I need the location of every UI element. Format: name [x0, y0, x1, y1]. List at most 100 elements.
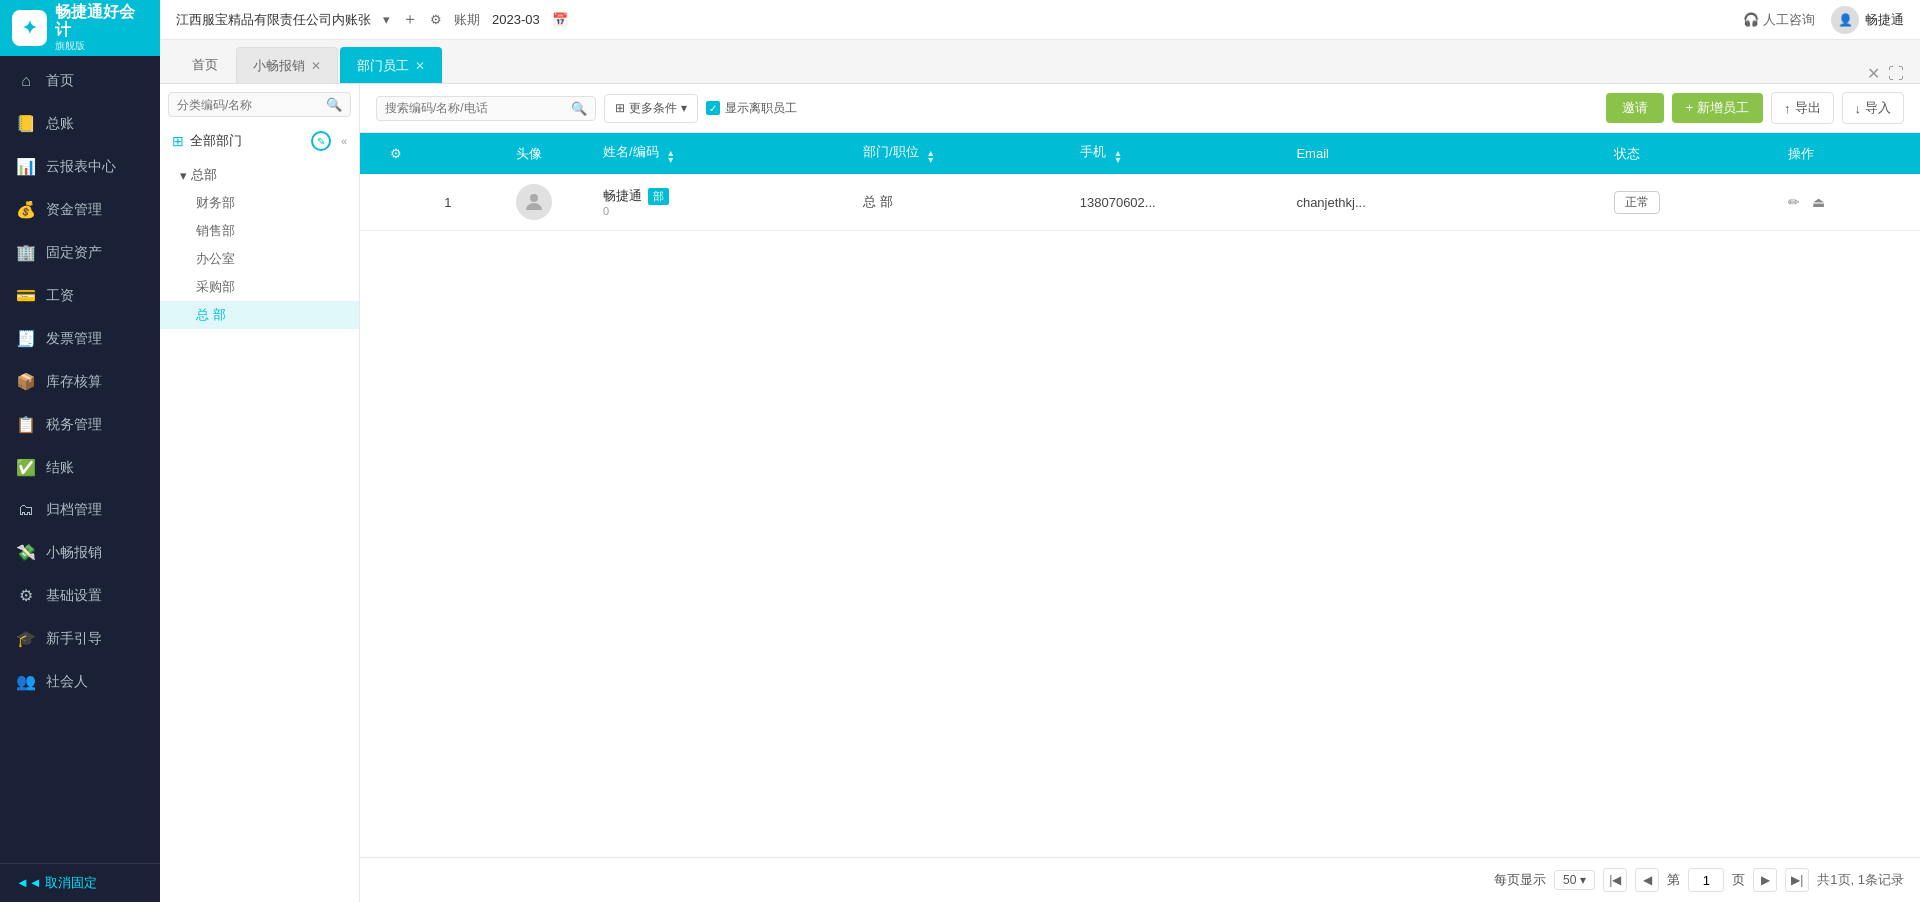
row-settings-cell: [360, 174, 432, 231]
sidebar-item-ledger[interactable]: 📒 总账: [0, 102, 160, 145]
page-number-input[interactable]: [1688, 868, 1724, 892]
filter-button[interactable]: ⊞ 更多条件 ▾: [604, 94, 698, 123]
sidebar-item-funds[interactable]: 💰 资金管理: [0, 188, 160, 231]
dept-sort-icon[interactable]: ▲▼: [926, 150, 935, 164]
col-settings[interactable]: ⚙: [360, 133, 432, 174]
employee-dept-badge: 部: [648, 188, 669, 205]
sidebar-label-reports: 云报表中心: [46, 158, 116, 176]
dept-collapse-icon[interactable]: «: [341, 135, 347, 147]
name-sort-icon[interactable]: ▲▼: [666, 150, 675, 164]
dept-child-sales[interactable]: 销售部: [160, 217, 359, 245]
archive-icon: 🗂: [16, 501, 36, 519]
next-page-button[interactable]: ▶: [1753, 868, 1777, 892]
sidebar-label-archive: 归档管理: [46, 501, 102, 519]
settings-icon: ⚙: [16, 586, 36, 605]
sidebar-label-guide: 新手引导: [46, 630, 102, 648]
sidebar-item-tax[interactable]: 📋 税务管理: [0, 403, 160, 446]
tab-expense[interactable]: 小畅报销 ✕: [236, 47, 338, 83]
sidebar-label-closing: 结账: [46, 459, 74, 477]
action-icons: ✏ ⏏: [1788, 194, 1909, 210]
import-button[interactable]: ↓ 导入: [1842, 92, 1905, 124]
col-dept-header[interactable]: 部门/职位 ▲▼: [851, 133, 1068, 174]
filter-icon: ⊞: [615, 101, 625, 115]
employee-code: 0: [603, 205, 839, 217]
sidebar-label-settings: 基础设置: [46, 587, 102, 605]
dept-parent-general[interactable]: ▾ 总部: [160, 161, 359, 189]
settings-top-button[interactable]: ⚙: [430, 12, 442, 27]
support-button[interactable]: 🎧 人工咨询: [1743, 11, 1815, 29]
all-dept-header[interactable]: ⊞ 全部部门 ✎ «: [160, 125, 359, 157]
first-page-button[interactable]: |◀: [1603, 868, 1627, 892]
search-input[interactable]: [385, 101, 565, 115]
inventory-icon: 📦: [16, 372, 36, 391]
prev-page-button[interactable]: ◀: [1635, 868, 1659, 892]
row-phone-cell: 138070602...: [1068, 174, 1285, 231]
dept-child-office[interactable]: 办公室: [160, 245, 359, 273]
row-status-cell: 正常: [1602, 174, 1775, 231]
add-dept-button[interactable]: ✎: [311, 131, 331, 151]
sidebar-label-home: 首页: [46, 72, 74, 90]
add-employee-button[interactable]: + 新增员工: [1672, 93, 1763, 123]
show-resigned-label: 显示离职员工: [725, 100, 797, 117]
tab-department[interactable]: 部门员工 ✕: [340, 47, 442, 83]
tab-home[interactable]: 首页: [176, 47, 234, 83]
search-box[interactable]: 🔍: [376, 96, 596, 121]
tab-expense-close[interactable]: ✕: [311, 59, 321, 73]
dept-search-icon[interactable]: 🔍: [326, 97, 342, 112]
sidebar-item-guide[interactable]: 🎓 新手引导: [0, 617, 160, 660]
company-dropdown-button[interactable]: ▾: [383, 12, 390, 27]
col-email-header: Email: [1284, 133, 1602, 174]
sidebar-item-invoice[interactable]: 🧾 发票管理: [0, 317, 160, 360]
edit-button[interactable]: ✏: [1788, 194, 1800, 210]
svg-point-0: [530, 194, 538, 202]
row-avatar-cell: [504, 174, 591, 231]
add-company-button[interactable]: ＋: [402, 9, 418, 30]
col-phone-header[interactable]: 手机 ▲▼: [1068, 133, 1285, 174]
export-button[interactable]: ↑ 导出: [1771, 92, 1834, 124]
maximize-window-button[interactable]: ⛶: [1888, 65, 1904, 83]
page-body: 🔍 ⊞ 全部部门 ✎ « ▾ 总部 财务部 销售部 办公室 采购部: [160, 84, 1920, 902]
close-window-button[interactable]: ✕: [1867, 64, 1880, 83]
logout-button[interactable]: ⏏: [1812, 194, 1825, 210]
page-size-select[interactable]: 50 ▾: [1554, 870, 1595, 890]
page-label: 页: [1732, 871, 1745, 889]
invite-button[interactable]: 邀请: [1606, 93, 1664, 123]
main-content: 江西服宝精品有限责任公司内账张 ▾ ＋ ⚙ 账期 2023-03 📅 🎧 人工咨…: [160, 0, 1920, 902]
sidebar-item-salary[interactable]: 💳 工资: [0, 274, 160, 317]
show-resigned-checkbox[interactable]: ✓: [706, 101, 720, 115]
sidebar-label-assets: 固定资产: [46, 244, 102, 262]
sidebar-item-inventory[interactable]: 📦 库存核算: [0, 360, 160, 403]
top-right: 🎧 人工咨询 👤 畅捷通: [1743, 6, 1904, 34]
sidebar-item-home[interactable]: ⌂ 首页: [0, 60, 160, 102]
tab-department-close[interactable]: ✕: [415, 59, 425, 73]
dept-child-general[interactable]: 总 部: [160, 301, 359, 329]
sidebar-item-assets[interactable]: 🏢 固定资产: [0, 231, 160, 274]
dept-search-input[interactable]: [177, 98, 326, 112]
sidebar-item-archive[interactable]: 🗂 归档管理: [0, 489, 160, 531]
table-row: 1 畅捷通 部 0: [360, 174, 1920, 231]
sidebar-label-invoice: 发票管理: [46, 330, 102, 348]
page-size-label: 每页显示: [1494, 871, 1546, 889]
col-name-header[interactable]: 姓名/编码 ▲▼: [591, 133, 851, 174]
show-resigned-checkbox-group[interactable]: ✓ 显示离职员工: [706, 100, 797, 117]
row-name-cell: 畅捷通 部 0: [591, 174, 851, 231]
employee-table: ⚙ 头像 姓名/编码 ▲▼ 部门/职位 ▲▼: [360, 133, 1920, 231]
sidebar-item-settings[interactable]: ⚙ 基础设置: [0, 574, 160, 617]
unpin-button[interactable]: ◄◄ 取消固定: [0, 863, 160, 902]
search-icon[interactable]: 🔍: [571, 101, 587, 116]
calendar-icon[interactable]: 📅: [552, 12, 568, 27]
sidebar-item-reports[interactable]: 📊 云报表中心: [0, 145, 160, 188]
assets-icon: 🏢: [16, 243, 36, 262]
last-page-button[interactable]: ▶|: [1785, 868, 1809, 892]
sidebar-item-closing[interactable]: ✅ 结账: [0, 446, 160, 489]
phone-sort-icon[interactable]: ▲▼: [1113, 150, 1122, 164]
app-logo: ✦ 畅捷通好会计 旗舰版: [0, 0, 160, 56]
toolbar-right: 邀请 + 新增员工 ↑ 导出 ↓ 导入: [1606, 92, 1904, 124]
dept-search-box[interactable]: 🔍: [168, 92, 351, 117]
sidebar-item-social[interactable]: 👥 社会人: [0, 660, 160, 703]
sidebar: ✦ 畅捷通好会计 旗舰版 ⌂ 首页 📒 总账 📊 云报表中心 💰 资金管理 🏢 …: [0, 0, 160, 902]
sidebar-item-expense[interactable]: 💸 小畅报销: [0, 531, 160, 574]
tabs-bar: 首页 小畅报销 ✕ 部门员工 ✕ ✕ ⛶: [160, 40, 1920, 84]
dept-child-finance[interactable]: 财务部: [160, 189, 359, 217]
dept-child-purchase[interactable]: 采购部: [160, 273, 359, 301]
